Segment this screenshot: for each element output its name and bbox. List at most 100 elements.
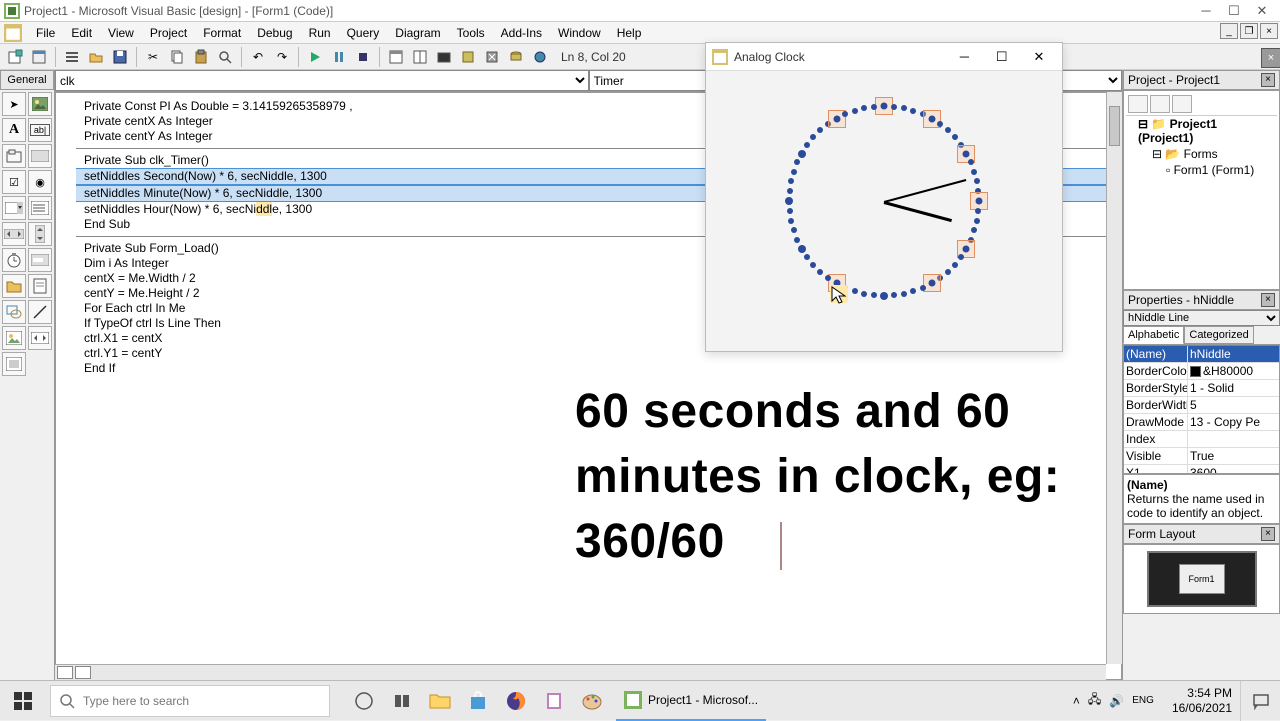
open-icon[interactable] xyxy=(85,46,107,68)
menu-window[interactable]: Window xyxy=(550,24,609,42)
start-icon[interactable] xyxy=(304,46,326,68)
project-explorer[interactable]: ⊟ 📁 Project1 (Project1) ⊟ 📂 Forms ▫ Form… xyxy=(1123,90,1280,290)
tool-data[interactable] xyxy=(28,326,52,350)
properties-close[interactable]: × xyxy=(1261,293,1275,307)
tool-commandbutton[interactable] xyxy=(28,144,52,168)
project-explorer-icon[interactable] xyxy=(385,46,407,68)
tool-line[interactable] xyxy=(28,300,52,324)
tool-label[interactable]: A xyxy=(2,118,26,142)
tool-listbox[interactable] xyxy=(28,196,52,220)
tool-ole[interactable] xyxy=(2,352,26,376)
toolbox-close-button[interactable]: × xyxy=(1261,48,1280,68)
tool-picturebox[interactable] xyxy=(28,92,52,116)
tool-combobox[interactable] xyxy=(2,196,26,220)
analog-clock-window[interactable]: Analog Clock ─ ☐ ✕ xyxy=(705,42,1063,352)
mdi-close[interactable]: × xyxy=(1260,23,1278,39)
project-explorer-close[interactable]: × xyxy=(1261,73,1275,87)
task-view-button[interactable] xyxy=(350,687,378,715)
view-object-icon[interactable] xyxy=(1150,95,1170,113)
code-horizontal-scrollbar[interactable] xyxy=(55,664,1106,680)
clock-maximize-button[interactable]: ☐ xyxy=(985,45,1019,69)
properties-tab-alphabetic[interactable]: Alphabetic xyxy=(1123,326,1184,344)
tray-volume-icon[interactable]: 🔊 xyxy=(1109,694,1124,708)
save-icon[interactable] xyxy=(109,46,131,68)
redo-icon[interactable]: ↷ xyxy=(271,46,293,68)
tool-optionbutton[interactable]: ◉ xyxy=(28,170,52,194)
find-icon[interactable] xyxy=(214,46,236,68)
tool-timer[interactable] xyxy=(2,248,26,272)
form-layout-close[interactable]: × xyxy=(1261,527,1275,541)
component-icon[interactable] xyxy=(529,46,551,68)
menu-tools[interactable]: Tools xyxy=(449,24,493,42)
object-browser-icon[interactable] xyxy=(457,46,479,68)
tool-dirlistbox[interactable] xyxy=(2,274,26,298)
menu-file[interactable]: File xyxy=(28,24,63,42)
menu-editor-icon[interactable] xyxy=(61,46,83,68)
tool-drivelistbox[interactable] xyxy=(28,248,52,272)
object-combobox[interactable]: clk xyxy=(55,70,589,91)
menu-query[interactable]: Query xyxy=(339,24,388,42)
tool-textbox[interactable]: ab| xyxy=(28,118,52,142)
maximize-button[interactable]: ☐ xyxy=(1220,1,1248,21)
minimize-button[interactable]: ─ xyxy=(1192,1,1220,21)
tray-network-icon[interactable]: 🖧 xyxy=(1088,690,1101,711)
menu-help[interactable]: Help xyxy=(609,24,650,42)
menu-run[interactable]: Run xyxy=(301,24,339,42)
mdi-minimize[interactable]: _ xyxy=(1220,23,1238,39)
fullmodule-view-button[interactable] xyxy=(75,666,91,679)
properties-header[interactable]: Properties - hNiddle × xyxy=(1123,290,1280,310)
taskbar-app-store[interactable] xyxy=(464,687,492,715)
data-view-icon[interactable] xyxy=(505,46,527,68)
action-center-button[interactable] xyxy=(1240,681,1280,721)
cut-icon[interactable]: ✂ xyxy=(142,46,164,68)
tool-shape[interactable] xyxy=(2,300,26,324)
forms-folder-node[interactable]: ⊟ 📂 Forms xyxy=(1126,146,1277,162)
tool-hscrollbar[interactable] xyxy=(2,222,26,246)
properties-object-combo[interactable]: hNiddle Line xyxy=(1123,310,1280,326)
project-root-node[interactable]: ⊟ 📁 Project1 (Project1) xyxy=(1126,116,1277,146)
properties-tab-categorized[interactable]: Categorized xyxy=(1184,326,1253,344)
taskbar-app-explorer[interactable] xyxy=(426,687,454,715)
toolbox-icon[interactable] xyxy=(481,46,503,68)
menu-view[interactable]: View xyxy=(100,24,142,42)
tray-language-icon[interactable]: ENG xyxy=(1132,695,1154,706)
menu-project[interactable]: Project xyxy=(142,24,195,42)
toggle-folders-icon[interactable] xyxy=(1172,95,1192,113)
tool-image[interactable] xyxy=(2,326,26,350)
code-vertical-scrollbar[interactable] xyxy=(1106,92,1122,664)
toolbox-header[interactable]: General xyxy=(0,70,54,90)
start-button[interactable] xyxy=(0,681,46,721)
view-code-icon[interactable] xyxy=(1128,95,1148,113)
menu-addins[interactable]: Add-Ins xyxy=(493,24,550,42)
tray-chevron-icon[interactable]: ˄ xyxy=(1073,694,1080,708)
form1-node[interactable]: ▫ Form1 (Form1) xyxy=(1126,162,1277,178)
menu-debug[interactable]: Debug xyxy=(249,24,300,42)
procedure-view-button[interactable] xyxy=(57,666,73,679)
menu-diagram[interactable]: Diagram xyxy=(387,24,448,42)
tool-vscrollbar[interactable] xyxy=(28,222,52,246)
add-form-icon[interactable] xyxy=(28,46,50,68)
taskbar-running-vb[interactable]: Project1 - Microsof... xyxy=(616,681,766,721)
properties-window-icon[interactable] xyxy=(409,46,431,68)
undo-icon[interactable]: ↶ xyxy=(247,46,269,68)
taskbar-clock[interactable]: 3:54 PM 16/06/2021 xyxy=(1164,686,1240,715)
menu-format[interactable]: Format xyxy=(195,24,249,42)
add-project-icon[interactable] xyxy=(4,46,26,68)
close-button[interactable]: ✕ xyxy=(1248,1,1276,21)
taskbar-search[interactable]: Type here to search xyxy=(50,685,330,717)
tool-checkbox[interactable]: ☑ xyxy=(2,170,26,194)
taskbar-app-firefox[interactable] xyxy=(502,687,530,715)
menu-edit[interactable]: Edit xyxy=(63,24,100,42)
clock-minimize-button[interactable]: ─ xyxy=(947,44,981,68)
taskbar-app-cortana[interactable] xyxy=(388,687,416,715)
taskbar-app-notes[interactable] xyxy=(540,687,568,715)
form-layout-icon[interactable] xyxy=(433,46,455,68)
system-tray[interactable]: ˄ 🖧 🔊 ENG xyxy=(1063,690,1164,711)
break-icon[interactable] xyxy=(328,46,350,68)
copy-icon[interactable] xyxy=(166,46,188,68)
end-icon[interactable] xyxy=(352,46,374,68)
tool-frame[interactable] xyxy=(2,144,26,168)
tool-filelistbox[interactable] xyxy=(28,274,52,298)
project-explorer-header[interactable]: Project - Project1 × xyxy=(1123,70,1280,90)
mdi-restore[interactable]: ❐ xyxy=(1240,23,1258,39)
